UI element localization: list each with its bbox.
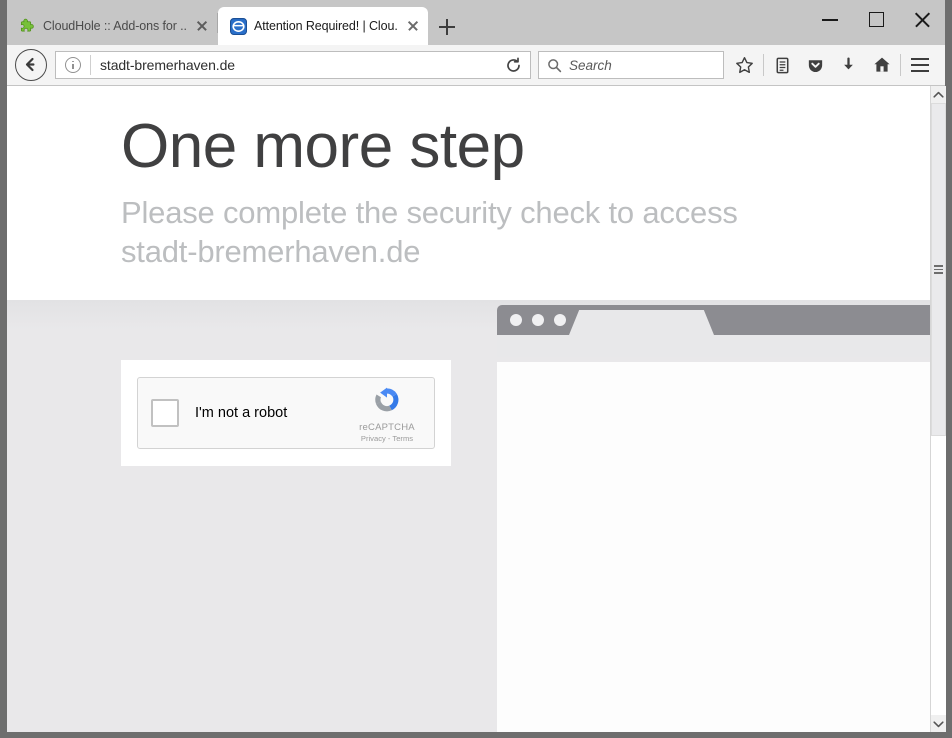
mockup-titlebar bbox=[497, 305, 930, 335]
toolbar-separator bbox=[763, 54, 764, 76]
home-button[interactable] bbox=[865, 49, 898, 81]
recaptcha-checkbox[interactable] bbox=[151, 399, 179, 427]
hamburger-line bbox=[911, 57, 929, 60]
tab-title: Attention Required! | Clou... bbox=[254, 19, 397, 33]
hamburger-line bbox=[911, 63, 929, 67]
mockup-dot bbox=[554, 314, 566, 326]
cloudflare-icon bbox=[230, 17, 247, 35]
recaptcha-widget[interactable]: I'm not a robot reCAPTCHA Privacy - Term… bbox=[137, 377, 435, 449]
search-bar[interactable]: Search bbox=[538, 51, 724, 79]
recaptcha-logo-icon bbox=[375, 387, 399, 411]
mockup-page-area bbox=[497, 362, 930, 732]
minimize-button[interactable] bbox=[807, 0, 853, 40]
mockup-toolbar bbox=[497, 335, 930, 357]
downloads-icon bbox=[844, 57, 853, 69]
scroll-down-button[interactable] bbox=[931, 715, 946, 732]
page-content: One more step Please complete the securi… bbox=[7, 86, 930, 732]
window-controls bbox=[807, 0, 945, 40]
puzzle-piece-icon bbox=[20, 18, 34, 31]
page-title: One more step bbox=[121, 112, 525, 181]
recaptcha-container: I'm not a robot reCAPTCHA Privacy - Term… bbox=[121, 360, 451, 466]
new-tab-button[interactable] bbox=[432, 9, 462, 45]
recaptcha-brand-text: reCAPTCHA bbox=[359, 421, 415, 433]
tab-close-icon[interactable] bbox=[193, 17, 211, 35]
close-button[interactable] bbox=[899, 0, 945, 40]
toolbar-icons bbox=[728, 49, 937, 81]
browser-mockup-illustration bbox=[497, 305, 930, 732]
search-icon bbox=[548, 58, 562, 72]
bookmark-star-icon bbox=[736, 56, 753, 73]
scrollbar-thumb[interactable] bbox=[931, 103, 946, 436]
url-text: stadt-bremerhaven.de bbox=[100, 57, 235, 73]
tab-strip: CloudHole :: Add-ons for ... Attention R… bbox=[7, 0, 945, 46]
scrollbar-grip bbox=[934, 265, 943, 274]
toolbar-separator bbox=[900, 54, 901, 76]
hero-section: One more step Please complete the securi… bbox=[7, 86, 930, 300]
hamburger-line bbox=[911, 70, 929, 73]
scroll-up-button[interactable] bbox=[931, 86, 946, 103]
mockup-tab bbox=[569, 310, 714, 335]
tab-close-icon[interactable] bbox=[404, 17, 422, 35]
browser-window: CloudHole :: Add-ons for ... Attention R… bbox=[0, 0, 952, 738]
reload-button[interactable] bbox=[500, 51, 526, 79]
reload-icon bbox=[506, 57, 520, 72]
tab-attention-required[interactable]: Attention Required! | Clou... bbox=[218, 7, 428, 46]
mockup-dot bbox=[532, 314, 544, 326]
page-subtitle: Please complete the security check to ac… bbox=[121, 195, 738, 270]
downloads-button[interactable] bbox=[832, 49, 865, 81]
mockup-dot bbox=[510, 314, 522, 326]
hamburger-menu-button[interactable] bbox=[903, 49, 937, 81]
recaptcha-label: I'm not a robot bbox=[195, 405, 288, 421]
site-info-icon[interactable] bbox=[65, 57, 81, 73]
scrollbar-track[interactable] bbox=[931, 103, 946, 715]
tab-cloudhole-addons[interactable]: CloudHole :: Add-ons for ... bbox=[7, 7, 217, 45]
back-button[interactable] bbox=[15, 49, 47, 81]
library-icon bbox=[776, 57, 789, 73]
url-bar[interactable]: stadt-bremerhaven.de bbox=[55, 51, 531, 79]
grip-line bbox=[934, 265, 943, 267]
maximize-button[interactable] bbox=[853, 0, 899, 40]
home-icon bbox=[873, 57, 890, 72]
pocket-icon bbox=[808, 59, 823, 72]
navigation-toolbar: stadt-bremerhaven.de Search bbox=[7, 45, 945, 86]
chevron-up-icon bbox=[933, 91, 944, 98]
recaptcha-links[interactable]: Privacy - Terms bbox=[351, 434, 423, 443]
chevron-down-icon bbox=[933, 720, 944, 727]
challenge-section: I'm not a robot reCAPTCHA Privacy - Term… bbox=[7, 300, 930, 732]
back-arrow-icon bbox=[25, 57, 35, 72]
pocket-button[interactable] bbox=[799, 49, 832, 81]
vertical-scrollbar[interactable] bbox=[930, 86, 946, 732]
url-divider bbox=[90, 55, 91, 75]
tab-title: CloudHole :: Add-ons for ... bbox=[43, 19, 186, 33]
grip-line bbox=[934, 268, 943, 271]
search-input[interactable]: Search bbox=[569, 58, 612, 73]
bookmark-star-button[interactable] bbox=[728, 49, 761, 81]
library-button[interactable] bbox=[766, 49, 799, 81]
grip-line bbox=[934, 272, 943, 274]
recaptcha-branding: reCAPTCHA Privacy - Terms bbox=[351, 384, 423, 443]
